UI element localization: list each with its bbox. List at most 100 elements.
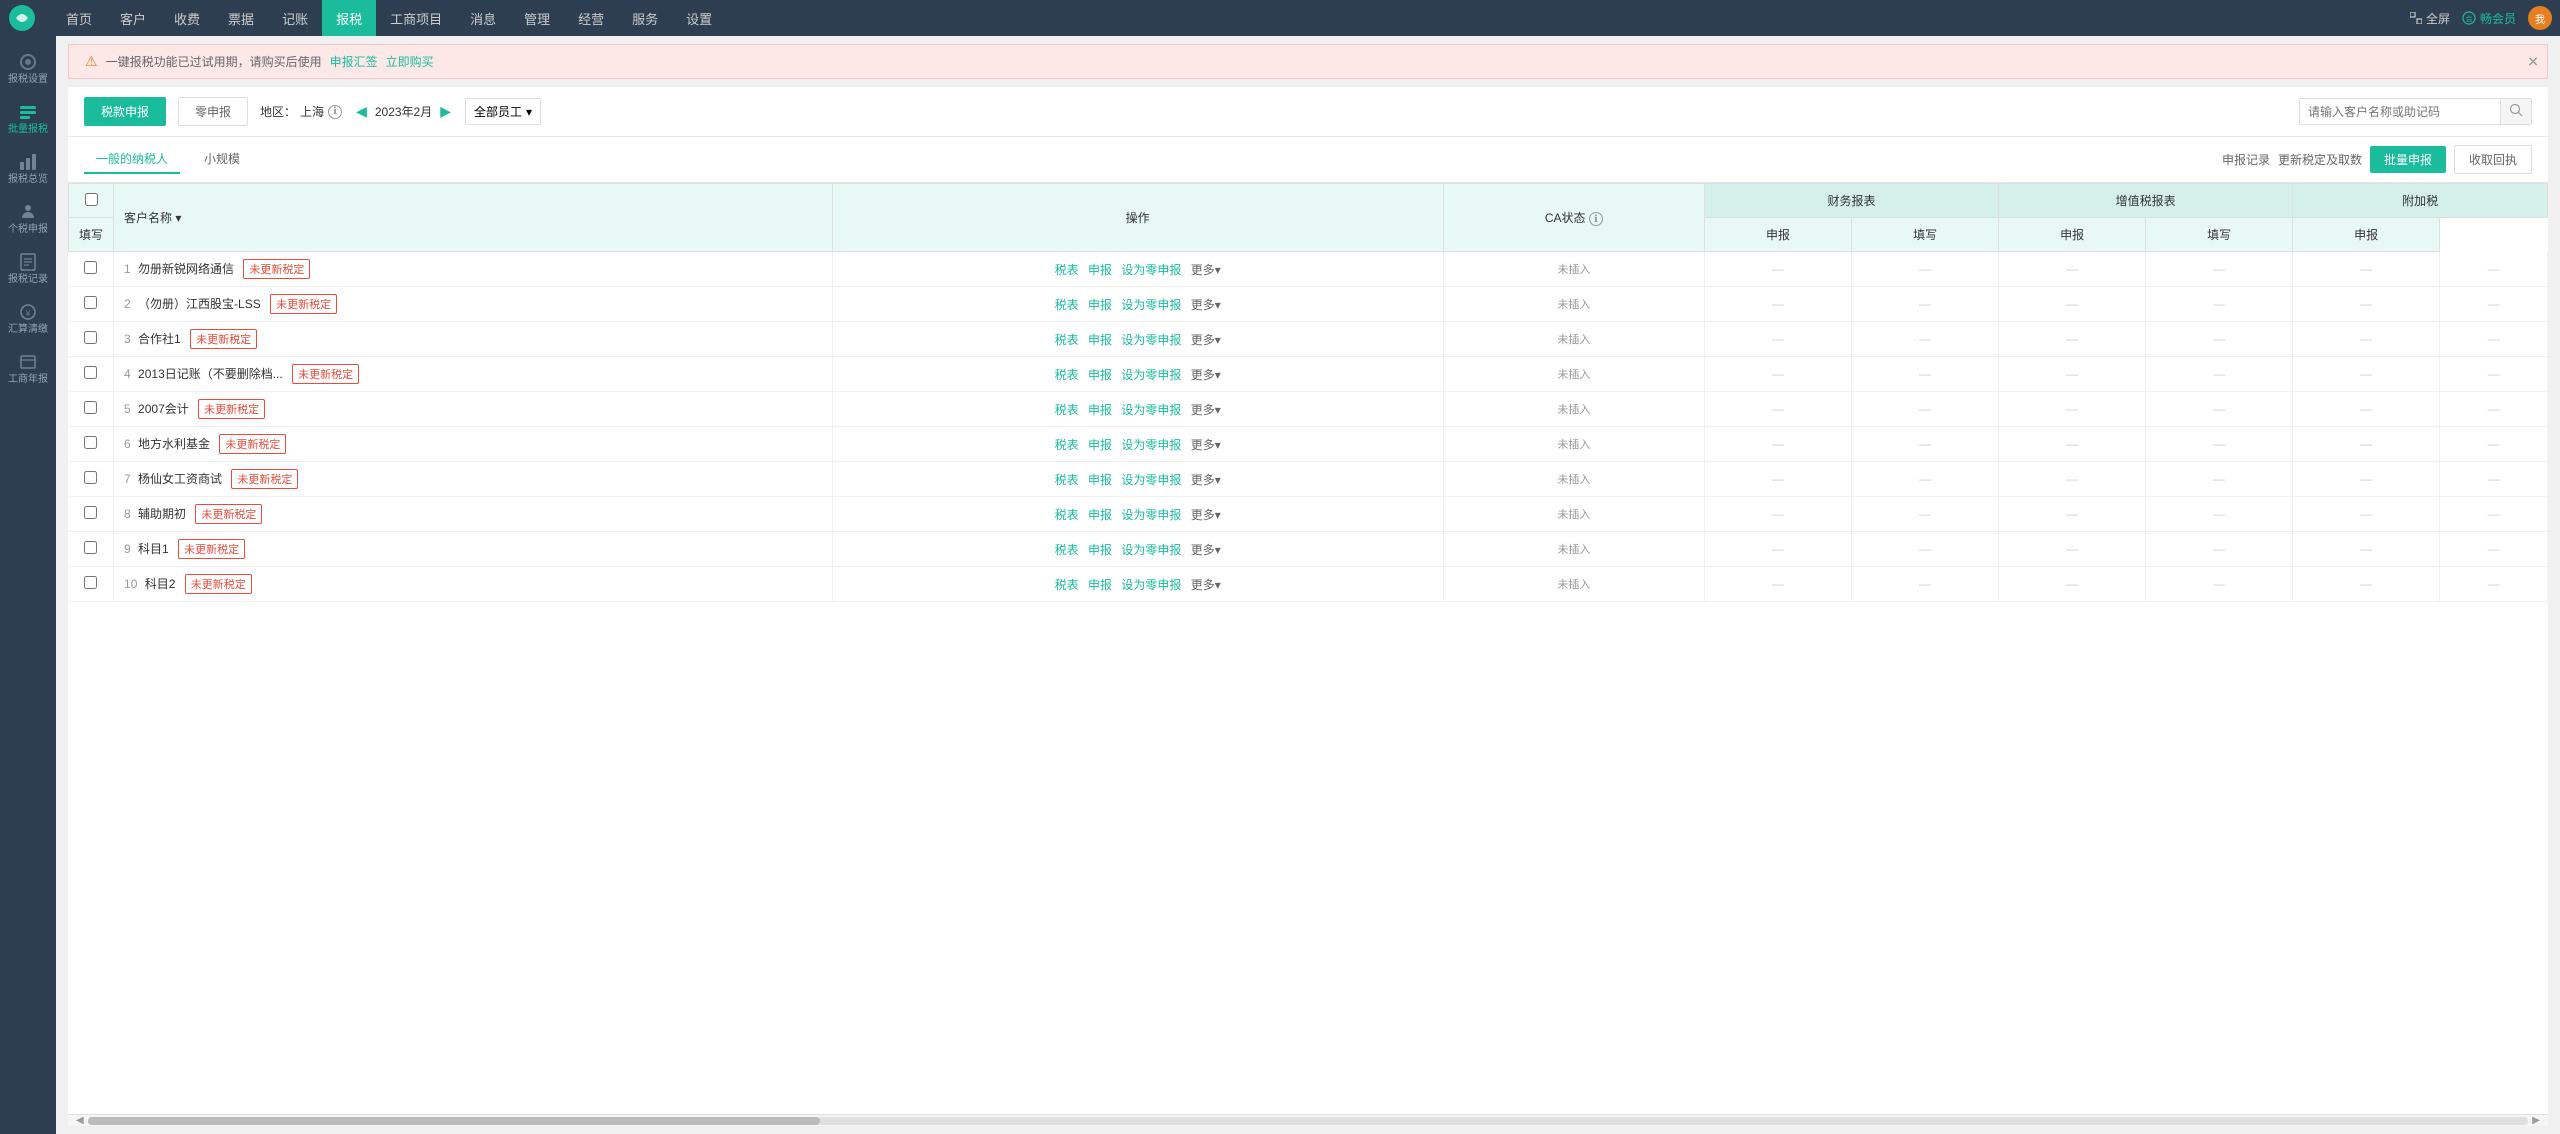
sidebar-item-settlement[interactable]: ¥ 汇算清缴 [0, 294, 56, 344]
search-icon[interactable] [2500, 99, 2531, 124]
member-btn[interactable]: 会 畅会员 [2462, 10, 2516, 27]
op-more[interactable]: 更多▾ [1191, 403, 1221, 417]
region-value[interactable]: 上海 [300, 103, 324, 120]
op-more[interactable]: 更多▾ [1191, 298, 1221, 312]
scroll-left-arrow[interactable]: ◀ [76, 1115, 84, 1126]
row-checkbox-0[interactable] [84, 261, 97, 274]
op-zero-declare[interactable]: 设为零申报 [1121, 438, 1181, 452]
sidebar-item-record[interactable]: 报税记录 [0, 244, 56, 294]
sidebar-item-overview[interactable]: 报税总览 [0, 144, 56, 194]
select-all-checkbox[interactable] [85, 193, 98, 206]
scrollbar-track[interactable] [88, 1117, 2529, 1125]
tab-general-taxpayer[interactable]: 一般的纳税人 [84, 145, 180, 174]
retrieve-receipt-btn[interactable]: 收取回执 [2454, 145, 2532, 174]
row-checkbox-4[interactable] [84, 401, 97, 414]
op-declare[interactable]: 申报 [1088, 473, 1112, 487]
row-checkbox-1[interactable] [84, 296, 97, 309]
banner-link-buy[interactable]: 立即购买 [386, 53, 434, 70]
sidebar-item-personal-tax[interactable]: 个税申报 [0, 194, 56, 244]
op-tax-form[interactable]: 税表 [1055, 333, 1079, 347]
op-zero-declare[interactable]: 设为零申报 [1121, 298, 1181, 312]
nav-customer[interactable]: 客户 [106, 0, 160, 36]
tab-zero-declaration[interactable]: 零申报 [178, 97, 248, 126]
op-more[interactable]: 更多▾ [1191, 333, 1221, 347]
op-more[interactable]: 更多▾ [1191, 543, 1221, 557]
op-more[interactable]: 更多▾ [1191, 263, 1221, 277]
row-checkbox-5[interactable] [84, 436, 97, 449]
op-tax-form[interactable]: 税表 [1055, 263, 1079, 277]
op-tax-form[interactable]: 税表 [1055, 438, 1079, 452]
op-zero-declare[interactable]: 设为零申报 [1121, 578, 1181, 592]
op-tax-form[interactable]: 税表 [1055, 403, 1079, 417]
op-tax-form[interactable]: 税表 [1055, 298, 1079, 312]
prev-month-btn[interactable]: ◀ [354, 101, 369, 122]
op-more[interactable]: 更多▾ [1191, 508, 1221, 522]
ca-info-icon[interactable]: ℹ [1589, 212, 1603, 226]
row-checkbox-6[interactable] [84, 471, 97, 484]
scrollbar-thumb[interactable] [88, 1117, 820, 1125]
nav-commerce[interactable]: 工商项目 [376, 0, 456, 36]
op-more[interactable]: 更多▾ [1191, 578, 1221, 592]
op-zero-declare[interactable]: 设为零申报 [1121, 263, 1181, 277]
row-checkbox-3[interactable] [84, 366, 97, 379]
action-link-records[interactable]: 申报记录 [2222, 151, 2270, 168]
sidebar-item-tax-settings[interactable]: 报税设置 [0, 44, 56, 94]
op-tax-form[interactable]: 税表 [1055, 578, 1079, 592]
tab-tax-declaration[interactable]: 税款申报 [84, 97, 166, 126]
nav-service[interactable]: 服务 [618, 0, 672, 36]
nav-fee[interactable]: 收费 [160, 0, 214, 36]
nav-home[interactable]: 首页 [52, 0, 106, 36]
banner-link-report[interactable]: 申报汇签 [330, 53, 378, 70]
nav-invoice[interactable]: 票据 [214, 0, 268, 36]
row-checkbox-2[interactable] [84, 331, 97, 344]
next-month-btn[interactable]: ▶ [438, 101, 453, 122]
nav-tax[interactable]: 报税 [322, 0, 376, 36]
row-status-badge: 未更新税定 [292, 364, 359, 384]
table-row: 8 辅助期初 未更新税定 税表 申报 设为零申报 更多▾ 未插入 — — — —… [69, 497, 2548, 532]
op-zero-declare[interactable]: 设为零申报 [1121, 473, 1181, 487]
op-tax-form[interactable]: 税表 [1055, 508, 1079, 522]
region-info-icon[interactable]: ℹ [328, 105, 342, 119]
op-zero-declare[interactable]: 设为零申报 [1121, 368, 1181, 382]
fullscreen-btn[interactable]: 全屏 [2410, 10, 2450, 27]
op-declare[interactable]: 申报 [1088, 298, 1112, 312]
banner-close-btn[interactable]: ✕ [2527, 53, 2539, 70]
op-declare[interactable]: 申报 [1088, 543, 1112, 557]
nav-settings[interactable]: 设置 [672, 0, 726, 36]
op-tax-form[interactable]: 税表 [1055, 368, 1079, 382]
scroll-right-arrow[interactable]: ▶ [2532, 1115, 2540, 1126]
op-more[interactable]: 更多▾ [1191, 438, 1221, 452]
nav-message[interactable]: 消息 [456, 0, 510, 36]
nav-manage[interactable]: 管理 [510, 0, 564, 36]
search-input[interactable] [2300, 101, 2500, 123]
op-zero-declare[interactable]: 设为零申报 [1121, 403, 1181, 417]
sidebar-item-annual-report[interactable]: 工商年报 [0, 344, 56, 394]
op-declare[interactable]: 申报 [1088, 263, 1112, 277]
nav-bookkeeping[interactable]: 记账 [268, 0, 322, 36]
horizontal-scrollbar[interactable]: ◀ ▶ [68, 1114, 2548, 1126]
op-declare[interactable]: 申报 [1088, 438, 1112, 452]
op-declare[interactable]: 申报 [1088, 578, 1112, 592]
sort-icon[interactable]: ▾ [175, 211, 181, 225]
op-zero-declare[interactable]: 设为零申报 [1121, 543, 1181, 557]
tab-small-scale[interactable]: 小规模 [192, 145, 252, 174]
sidebar-item-batch-tax[interactable]: 批量报税 [0, 94, 56, 144]
op-declare[interactable]: 申报 [1088, 333, 1112, 347]
op-tax-form[interactable]: 税表 [1055, 473, 1079, 487]
op-zero-declare[interactable]: 设为零申报 [1121, 333, 1181, 347]
nav-operation[interactable]: 经营 [564, 0, 618, 36]
op-tax-form[interactable]: 税表 [1055, 543, 1079, 557]
batch-declare-btn[interactable]: 批量申报 [2370, 146, 2446, 173]
op-declare[interactable]: 申报 [1088, 508, 1112, 522]
action-link-update[interactable]: 更新税定及取数 [2278, 151, 2362, 168]
user-avatar[interactable]: 我 [2528, 6, 2552, 30]
row-checkbox-7[interactable] [84, 506, 97, 519]
row-checkbox-9[interactable] [84, 576, 97, 589]
row-checkbox-8[interactable] [84, 541, 97, 554]
employee-filter[interactable]: 全部员工 ▾ [465, 98, 541, 125]
op-more[interactable]: 更多▾ [1191, 473, 1221, 487]
op-zero-declare[interactable]: 设为零申报 [1121, 508, 1181, 522]
op-more[interactable]: 更多▾ [1191, 368, 1221, 382]
op-declare[interactable]: 申报 [1088, 368, 1112, 382]
op-declare[interactable]: 申报 [1088, 403, 1112, 417]
